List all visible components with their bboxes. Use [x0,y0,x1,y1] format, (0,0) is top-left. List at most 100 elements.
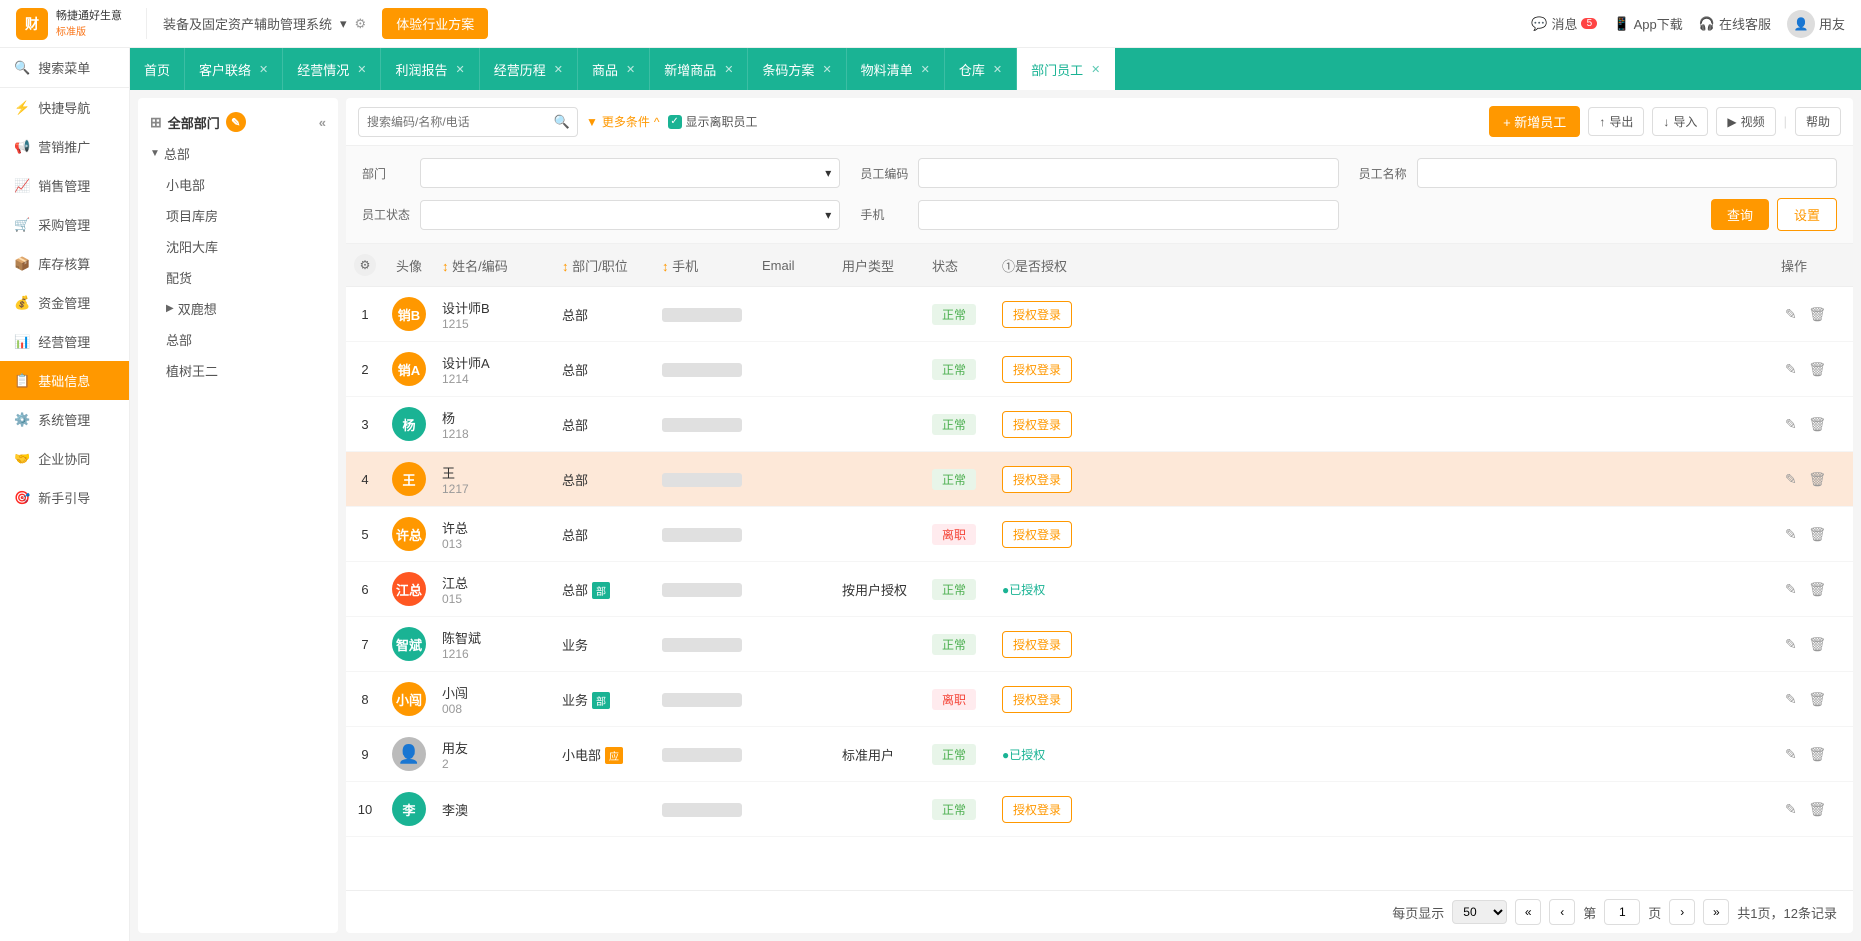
edit-btn[interactable]: ✎ [1781,304,1801,325]
auth-login-btn[interactable]: 授权登录 [1002,796,1072,823]
export-btn[interactable]: ↑ 导出 [1588,107,1644,136]
edit-btn[interactable]: ✎ [1781,359,1801,380]
delete-btn[interactable]: 🗑 [1804,304,1830,325]
tab-goods[interactable]: 商品 ✕ [578,48,650,90]
status-select[interactable]: ▾ [420,200,840,230]
last-page-btn[interactable]: » [1703,899,1729,925]
first-page-btn[interactable]: « [1515,899,1541,925]
sidebar-item-purchase[interactable]: 🛒 采购管理 [0,205,129,244]
tab-history[interactable]: 经营历程 ✕ [480,48,578,90]
tab-staff-close[interactable]: ✕ [1091,63,1100,76]
add-employee-btn[interactable]: + 新增员工 [1489,106,1580,137]
phone-input[interactable] [918,200,1338,230]
dept-item-zhishu[interactable]: 植树王二 [138,355,338,386]
auth-login-btn[interactable]: 授权登录 [1002,466,1072,493]
tab-home[interactable]: 首页 [130,48,185,90]
delete-btn[interactable]: 🗑 [1804,524,1830,545]
edit-btn[interactable]: ✎ [1781,524,1801,545]
dept-item-xiaodian[interactable]: 小电部 [138,169,338,200]
message-btn[interactable]: 💬 消息 5 [1531,14,1597,33]
sidebar-item-shortcuts[interactable]: ⚡ 快捷导航 [0,88,129,127]
edit-btn[interactable]: ✎ [1781,634,1801,655]
edit-btn[interactable]: ✎ [1781,579,1801,600]
edit-btn[interactable]: ✎ [1781,469,1801,490]
dept-item-head[interactable]: ▼ 总部 [138,138,338,169]
tab-warehouse-close[interactable]: ✕ [993,63,1002,76]
tab-business[interactable]: 经营情况 ✕ [283,48,381,90]
tab-warehouse[interactable]: 仓库 ✕ [945,48,1017,90]
trial-button[interactable]: 体验行业方案 [382,8,488,39]
delete-btn[interactable]: 🗑 [1804,799,1830,820]
tab-profit-close[interactable]: ✕ [456,63,465,76]
tab-addgoods-close[interactable]: ✕ [724,63,733,76]
show-resign-wrap[interactable]: ✓ 显示离职员工 [668,113,758,130]
tab-barcode[interactable]: 条码方案 ✕ [748,48,846,90]
user-menu[interactable]: 👤 用友 [1787,10,1845,38]
gear-icon[interactable]: ⚙ [355,16,367,32]
edit-btn[interactable]: ✎ [1781,414,1801,435]
dept-select[interactable]: ▾ [420,158,840,188]
tab-customer-close[interactable]: ✕ [259,63,268,76]
dept-item-shuanglu[interactable]: ▶ 双鹿想 [138,293,338,324]
sidebar-item-operations[interactable]: 📊 经营管理 [0,322,129,361]
tab-staff[interactable]: 部门员工 ✕ [1017,48,1115,90]
edit-btn[interactable]: ✎ [1781,744,1801,765]
tab-bom-close[interactable]: ✕ [921,63,930,76]
sidebar-item-system[interactable]: ⚙️ 系统管理 [0,400,129,439]
app-download-btn[interactable]: 📱 App下载 [1613,14,1682,33]
search-icon[interactable]: 🔍 [554,114,570,130]
next-page-btn[interactable]: › [1669,899,1695,925]
settings-icon[interactable]: ⚙ [354,254,376,276]
import-btn[interactable]: ↓ 导入 [1652,107,1708,136]
delete-btn[interactable]: 🗑 [1804,469,1830,490]
tab-addgoods[interactable]: 新增商品 ✕ [650,48,748,90]
prev-page-btn[interactable]: ‹ [1549,899,1575,925]
more-filter-btn[interactable]: ▼ 更多条件 ^ [586,113,660,130]
help-btn[interactable]: 帮助 [1795,107,1841,136]
tab-profit[interactable]: 利润报告 ✕ [381,48,479,90]
sidebar-item-sales[interactable]: 📈 销售管理 [0,166,129,205]
edit-btn[interactable]: ✎ [1781,689,1801,710]
tab-business-close[interactable]: ✕ [357,63,366,76]
sidebar-item-basicinfo[interactable]: 📋 基础信息 [0,361,129,400]
tab-goods-close[interactable]: ✕ [626,63,635,76]
emp-name-input[interactable] [1417,158,1837,188]
delete-btn[interactable]: 🗑 [1804,634,1830,655]
sidebar-item-finance[interactable]: 💰 资金管理 [0,283,129,322]
delete-btn[interactable]: 🗑 [1804,359,1830,380]
tab-bom[interactable]: 物料清单 ✕ [847,48,945,90]
tab-barcode-close[interactable]: ✕ [822,63,831,76]
search-input[interactable] [358,107,578,137]
delete-btn[interactable]: 🗑 [1804,744,1830,765]
auth-login-btn[interactable]: 授权登录 [1002,521,1072,548]
delete-btn[interactable]: 🗑 [1804,579,1830,600]
auth-login-btn[interactable]: 授权登录 [1002,411,1072,438]
emp-code-input[interactable] [918,158,1338,188]
edit-btn[interactable]: ✎ [1781,799,1801,820]
dept-collapse-btn[interactable]: « [319,115,326,130]
delete-btn[interactable]: 🗑 [1804,689,1830,710]
view-btn[interactable]: ▶ 视频 [1716,107,1775,136]
set-btn[interactable]: 设置 [1777,198,1837,231]
tab-history-close[interactable]: ✕ [554,63,563,76]
delete-btn[interactable]: 🗑 [1804,414,1830,435]
auth-login-btn[interactable]: 授权登录 [1002,356,1072,383]
dept-item-peihuo[interactable]: 配货 [138,262,338,293]
auth-login-btn[interactable]: 授权登录 [1002,301,1072,328]
show-resign-checkbox[interactable]: ✓ [668,115,682,129]
sidebar-item-collab[interactable]: 🤝 企业协同 [0,439,129,478]
per-page-select[interactable]: 50 100 [1452,900,1507,924]
auth-login-btn[interactable]: 授权登录 [1002,631,1072,658]
page-input[interactable] [1604,899,1640,925]
sidebar-item-guide[interactable]: 🎯 新手引导 [0,478,129,517]
dept-item-shenyang[interactable]: 沈阳大库 [138,231,338,262]
auth-login-btn[interactable]: 授权登录 [1002,686,1072,713]
tab-customer[interactable]: 客户联络 ✕ [185,48,283,90]
sidebar-item-marketing[interactable]: 📢 营销推广 [0,127,129,166]
dept-item-zongbu[interactable]: 总部 [138,324,338,355]
sidebar-item-search[interactable]: 🔍 搜索菜单 [0,48,129,88]
query-btn[interactable]: 查询 [1711,199,1769,230]
dept-item-project[interactable]: 项目库房 [138,200,338,231]
online-service-btn[interactable]: 🎧 在线客服 [1699,14,1771,33]
dept-edit-icon[interactable]: ✎ [226,112,246,132]
